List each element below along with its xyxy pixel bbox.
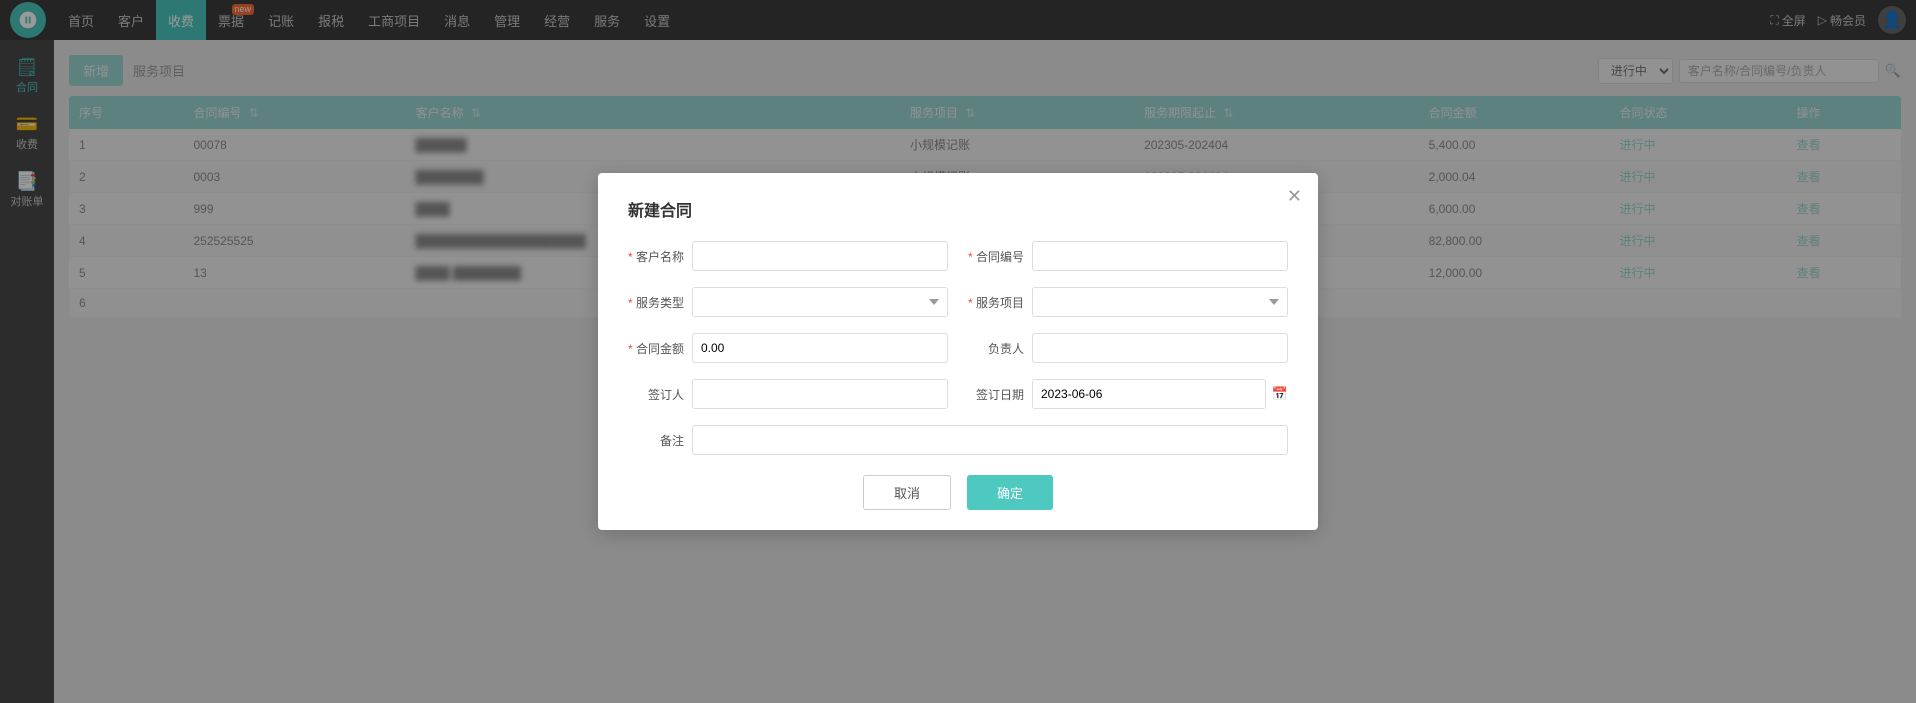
contract-no-field: 合同编号 bbox=[968, 241, 1288, 271]
note-input[interactable] bbox=[692, 425, 1288, 455]
calendar-icon[interactable]: 📅 bbox=[1272, 386, 1288, 402]
signer-label: 签订人 bbox=[628, 386, 684, 403]
person-field: 负责人 bbox=[968, 333, 1288, 363]
new-contract-modal: 新建合同 ✕ 客户名称 合同编号 服务类型 服务项目 bbox=[598, 173, 1318, 530]
service-item-label: 服务项目 bbox=[968, 294, 1024, 311]
signer-input[interactable] bbox=[692, 379, 948, 409]
customer-field: 客户名称 bbox=[628, 241, 948, 271]
form-row-4: 签订人 签订日期 📅 bbox=[628, 379, 1288, 409]
service-type-select[interactable] bbox=[692, 287, 948, 317]
service-item-select-wrap bbox=[1032, 287, 1288, 317]
service-item-field: 服务项目 bbox=[968, 287, 1288, 317]
sign-date-field: 签订日期 📅 bbox=[968, 379, 1288, 409]
service-type-select-wrap bbox=[692, 287, 948, 317]
contract-no-input[interactable] bbox=[1032, 241, 1288, 271]
service-item-select[interactable] bbox=[1032, 287, 1288, 317]
form-row-1: 客户名称 合同编号 bbox=[628, 241, 1288, 271]
contract-no-label: 合同编号 bbox=[968, 248, 1024, 265]
confirm-button[interactable]: 确定 bbox=[967, 475, 1053, 510]
sign-date-label: 签订日期 bbox=[968, 386, 1024, 403]
modal-overlay: 新建合同 ✕ 客户名称 合同编号 服务类型 服务项目 bbox=[0, 0, 1916, 703]
customer-input[interactable] bbox=[692, 241, 948, 271]
amount-field: 合同金额 bbox=[628, 333, 948, 363]
note-field: 备注 bbox=[628, 425, 1288, 455]
signer-field: 签订人 bbox=[628, 379, 948, 409]
service-type-label: 服务类型 bbox=[628, 294, 684, 311]
amount-input[interactable] bbox=[692, 333, 948, 363]
cancel-button[interactable]: 取消 bbox=[863, 475, 951, 510]
form-row-2: 服务类型 服务项目 bbox=[628, 287, 1288, 317]
amount-label: 合同金额 bbox=[628, 340, 684, 357]
sign-date-input[interactable] bbox=[1032, 379, 1266, 409]
person-label: 负责人 bbox=[968, 340, 1024, 357]
customer-label: 客户名称 bbox=[628, 248, 684, 265]
modal-close-button[interactable]: ✕ bbox=[1287, 187, 1302, 205]
form-row-5: 备注 bbox=[628, 425, 1288, 455]
form-row-3: 合同金额 负责人 bbox=[628, 333, 1288, 363]
person-input[interactable] bbox=[1032, 333, 1288, 363]
modal-footer: 取消 确定 bbox=[628, 475, 1288, 510]
modal-title: 新建合同 bbox=[628, 197, 1288, 221]
service-type-field: 服务类型 bbox=[628, 287, 948, 317]
note-label: 备注 bbox=[628, 432, 684, 449]
